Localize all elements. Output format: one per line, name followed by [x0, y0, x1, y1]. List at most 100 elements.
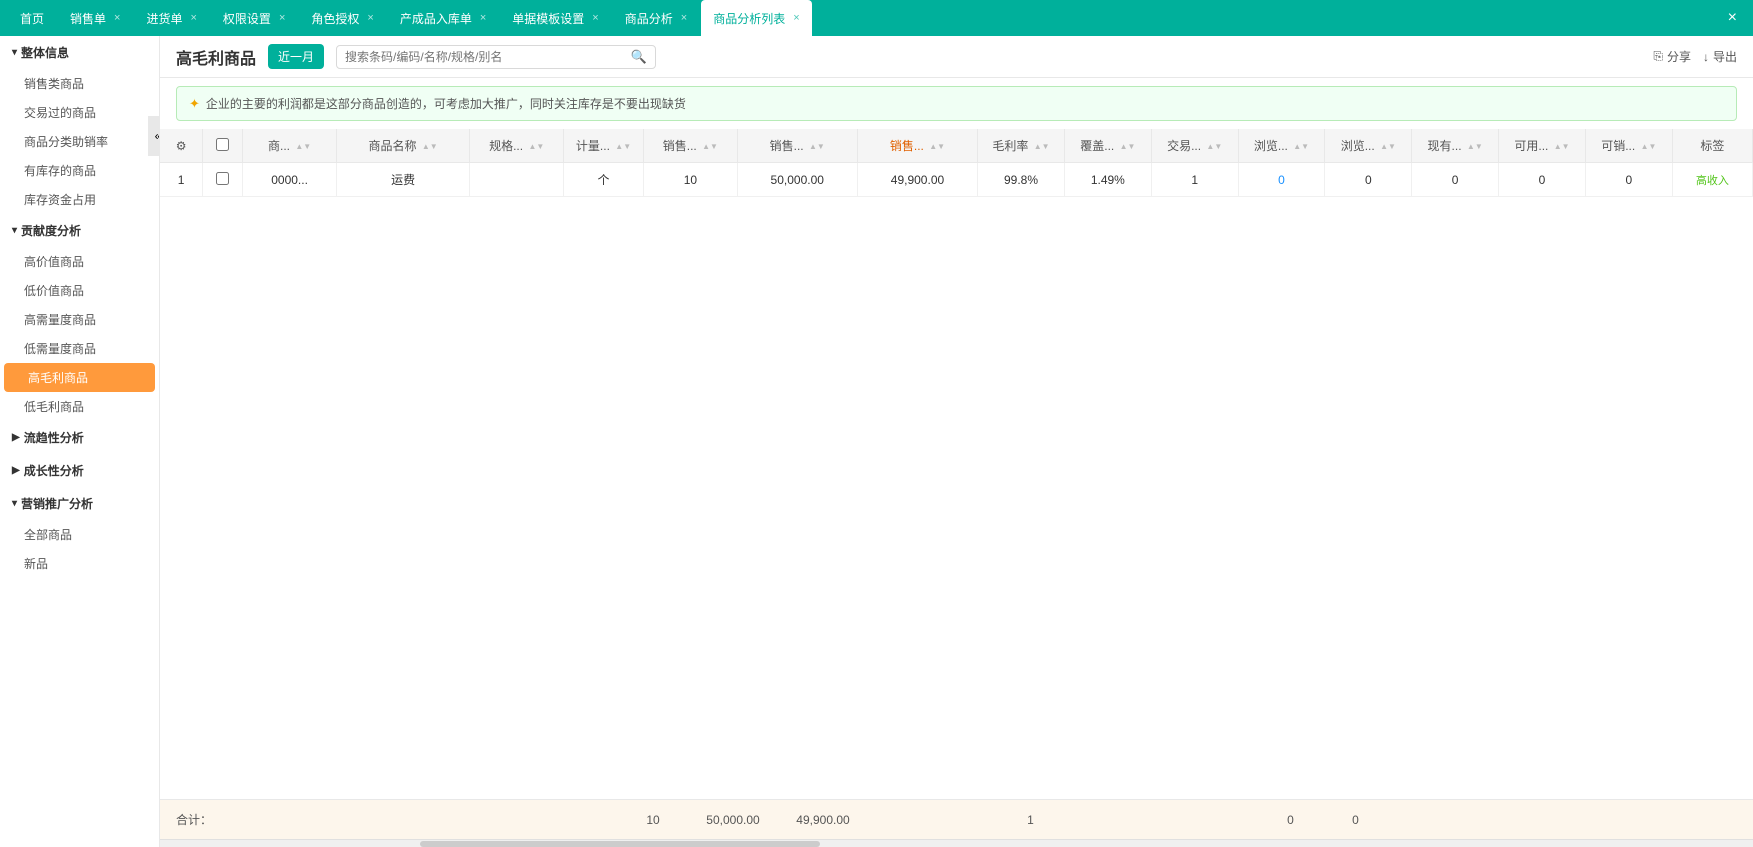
sidebar-item-low-demand[interactable]: 低需量度商品	[0, 334, 159, 363]
total-label: 合计：	[176, 811, 256, 828]
cell-view1[interactable]: 0	[1238, 163, 1325, 197]
info-banner: ✦ 企业的主要的利润都是这部分商品创造的，可考虑加大推广，同时关注库存是不要出现…	[176, 86, 1737, 121]
page-title: 高毛利商品	[176, 45, 256, 69]
cell-checkbox[interactable]	[203, 163, 243, 197]
export-button[interactable]: ↓ 导出	[1703, 48, 1737, 65]
nav-analysis-close[interactable]: ×	[681, 12, 687, 24]
view1-link[interactable]: 0	[1278, 173, 1285, 187]
arrow-down-icon-3: ▾	[12, 498, 17, 509]
arrow-down-icon: ▾	[12, 47, 17, 58]
nav-product-inbound-close[interactable]: ×	[480, 12, 486, 24]
nav-template[interactable]: 单据模板设置 ×	[500, 0, 610, 36]
data-table: ⚙ 商... ▲▼ 商品名称 ▲▼ 规格... ▲▼	[160, 129, 1753, 197]
col-sales-qty[interactable]: 销售... ▲▼	[644, 129, 738, 163]
sidebar-group-growth[interactable]: ▶ 成长性分析	[0, 454, 159, 487]
sidebar-collapse-button[interactable]: «	[148, 116, 160, 156]
col-available-stock[interactable]: 可用... ▲▼	[1499, 129, 1586, 163]
sidebar-item-all-goods[interactable]: 全部商品	[0, 520, 159, 549]
col-unit[interactable]: 计量... ▲▼	[563, 129, 643, 163]
nav-purchase[interactable]: 进货单 ×	[134, 0, 208, 36]
col-view1[interactable]: 浏览... ▲▼	[1238, 129, 1325, 163]
export-icon: ↓	[1703, 50, 1709, 64]
col-checkbox[interactable]	[203, 129, 243, 163]
sidebar-item-high-demand[interactable]: 高需量度商品	[0, 305, 159, 334]
col-gross-margin[interactable]: 毛利率 ▲▼	[978, 129, 1065, 163]
sidebar-group-overall-items: 销售类商品 交易过的商品 商品分类助销率 有库存的商品 库存资金占用	[0, 69, 159, 214]
sidebar-item-sales-goods[interactable]: 销售类商品	[0, 69, 159, 98]
nav-analysis-list[interactable]: 商品分析列表 ×	[701, 0, 811, 36]
cell-gross-margin: 99.8%	[978, 163, 1065, 197]
info-icon: ✦	[189, 96, 200, 112]
header-actions: ⎘ 分享 ↓ 导出	[1653, 48, 1737, 65]
content-area: 高毛利商品 近一月 🔍 ⎘ 分享 ↓ 导出 ✦ 企业的主要的利润都是这部分商品创…	[160, 36, 1753, 847]
col-transaction[interactable]: 交易... ▲▼	[1151, 129, 1238, 163]
info-text: 企业的主要的利润都是这部分商品创造的，可考虑加大推广，同时关注库存是不要出现缺货	[206, 95, 686, 112]
horizontal-scrollbar[interactable]	[160, 839, 1753, 847]
col-sales-amount[interactable]: 销售... ▲▼	[737, 129, 857, 163]
footer-sales-qty: 10	[618, 813, 688, 827]
nav-analysis[interactable]: 商品分析 ×	[613, 0, 699, 36]
window-close-button[interactable]: ×	[1720, 9, 1745, 27]
arrow-right-icon: ▶	[12, 432, 20, 443]
cell-sales-qty: 10	[644, 163, 738, 197]
sidebar-group-overall[interactable]: ▾ 整体信息	[0, 36, 159, 69]
table-container: ⚙ 商... ▲▼ 商品名称 ▲▼ 规格... ▲▼	[160, 129, 1753, 799]
sidebar-item-high-value[interactable]: 高价值商品	[0, 247, 159, 276]
col-sales-profit[interactable]: 销售... ▲▼	[857, 129, 977, 163]
nav-product-inbound[interactable]: 产成品入库单 ×	[388, 0, 498, 36]
sidebar-item-low-value[interactable]: 低价值商品	[0, 276, 159, 305]
arrow-right-icon-2: ▶	[12, 465, 20, 476]
cell-spec	[470, 163, 564, 197]
col-settings[interactable]: ⚙	[160, 129, 203, 163]
cell-tag: 高收入	[1672, 163, 1752, 197]
sidebar-group-flow[interactable]: ▶ 流趋性分析	[0, 421, 159, 454]
col-sellable-stock[interactable]: 可销... ▲▼	[1585, 129, 1672, 163]
sidebar-item-new-goods[interactable]: 新品	[0, 549, 159, 578]
footer-transaction: 1	[998, 813, 1063, 827]
col-current-stock[interactable]: 现有... ▲▼	[1412, 129, 1499, 163]
sidebar-item-category-assist[interactable]: 商品分类助销率	[0, 127, 159, 156]
sidebar-group-marketing[interactable]: ▾ 营销推广分析	[0, 487, 159, 520]
footer-sales-profit: 49,900.00	[778, 813, 868, 827]
nav-role[interactable]: 角色授权 ×	[299, 0, 385, 36]
cell-sellable-stock: 0	[1585, 163, 1672, 197]
content-header: 高毛利商品 近一月 🔍 ⎘ 分享 ↓ 导出	[160, 36, 1753, 78]
cell-code: 0000...	[243, 163, 337, 197]
search-input[interactable]	[345, 50, 627, 64]
col-tag[interactable]: 标签	[1672, 129, 1752, 163]
nav-permission[interactable]: 权限设置 ×	[211, 0, 297, 36]
filter-recent-month-button[interactable]: 近一月	[268, 44, 324, 69]
sidebar-item-traded-goods[interactable]: 交易过的商品	[0, 98, 159, 127]
row-checkbox[interactable]	[216, 172, 229, 185]
nav-role-close[interactable]: ×	[367, 12, 373, 24]
nav-purchase-close[interactable]: ×	[190, 12, 196, 24]
col-view2[interactable]: 浏览... ▲▼	[1325, 129, 1412, 163]
sidebar-item-high-margin[interactable]: 高毛利商品	[4, 363, 155, 392]
nav-permission-close[interactable]: ×	[279, 12, 285, 24]
col-name[interactable]: 商品名称 ▲▼	[336, 129, 470, 163]
sidebar-item-stocked-goods[interactable]: 有库存的商品	[0, 156, 159, 185]
tag-badge: 高收入	[1696, 175, 1729, 187]
col-spec[interactable]: 规格... ▲▼	[470, 129, 564, 163]
sidebar: « ▾ 整体信息 销售类商品 交易过的商品 商品分类助销率 有库存的商品 库存资…	[0, 36, 160, 847]
col-code[interactable]: 商... ▲▼	[243, 129, 337, 163]
nav-sales[interactable]: 销售单 ×	[58, 0, 132, 36]
nav-home[interactable]: 首页	[8, 0, 56, 36]
sidebar-group-marketing-items: 全部商品 新品	[0, 520, 159, 578]
footer-total-row: 合计： 10 50,000.00 49,900.00 1 0 0	[160, 799, 1753, 839]
sidebar-item-stock-capital[interactable]: 库存资金占用	[0, 185, 159, 214]
share-button[interactable]: ⎘ 分享	[1653, 48, 1691, 65]
sidebar-item-low-margin[interactable]: 低毛利商品	[0, 392, 159, 421]
scrollbar-thumb[interactable]	[420, 841, 820, 847]
nav-sales-close[interactable]: ×	[114, 12, 120, 24]
cell-transaction: 1	[1151, 163, 1238, 197]
nav-analysis-list-close[interactable]: ×	[793, 12, 799, 24]
select-all-checkbox[interactable]	[216, 138, 229, 151]
cell-coverage: 1.49%	[1064, 163, 1151, 197]
cell-name: 运费	[336, 163, 470, 197]
nav-template-close[interactable]: ×	[592, 12, 598, 24]
sidebar-group-contribution[interactable]: ▾ 贡献度分析	[0, 214, 159, 247]
col-coverage[interactable]: 覆盖... ▲▼	[1064, 129, 1151, 163]
cell-available-stock: 0	[1499, 163, 1586, 197]
search-icon[interactable]: 🔍	[631, 49, 647, 65]
